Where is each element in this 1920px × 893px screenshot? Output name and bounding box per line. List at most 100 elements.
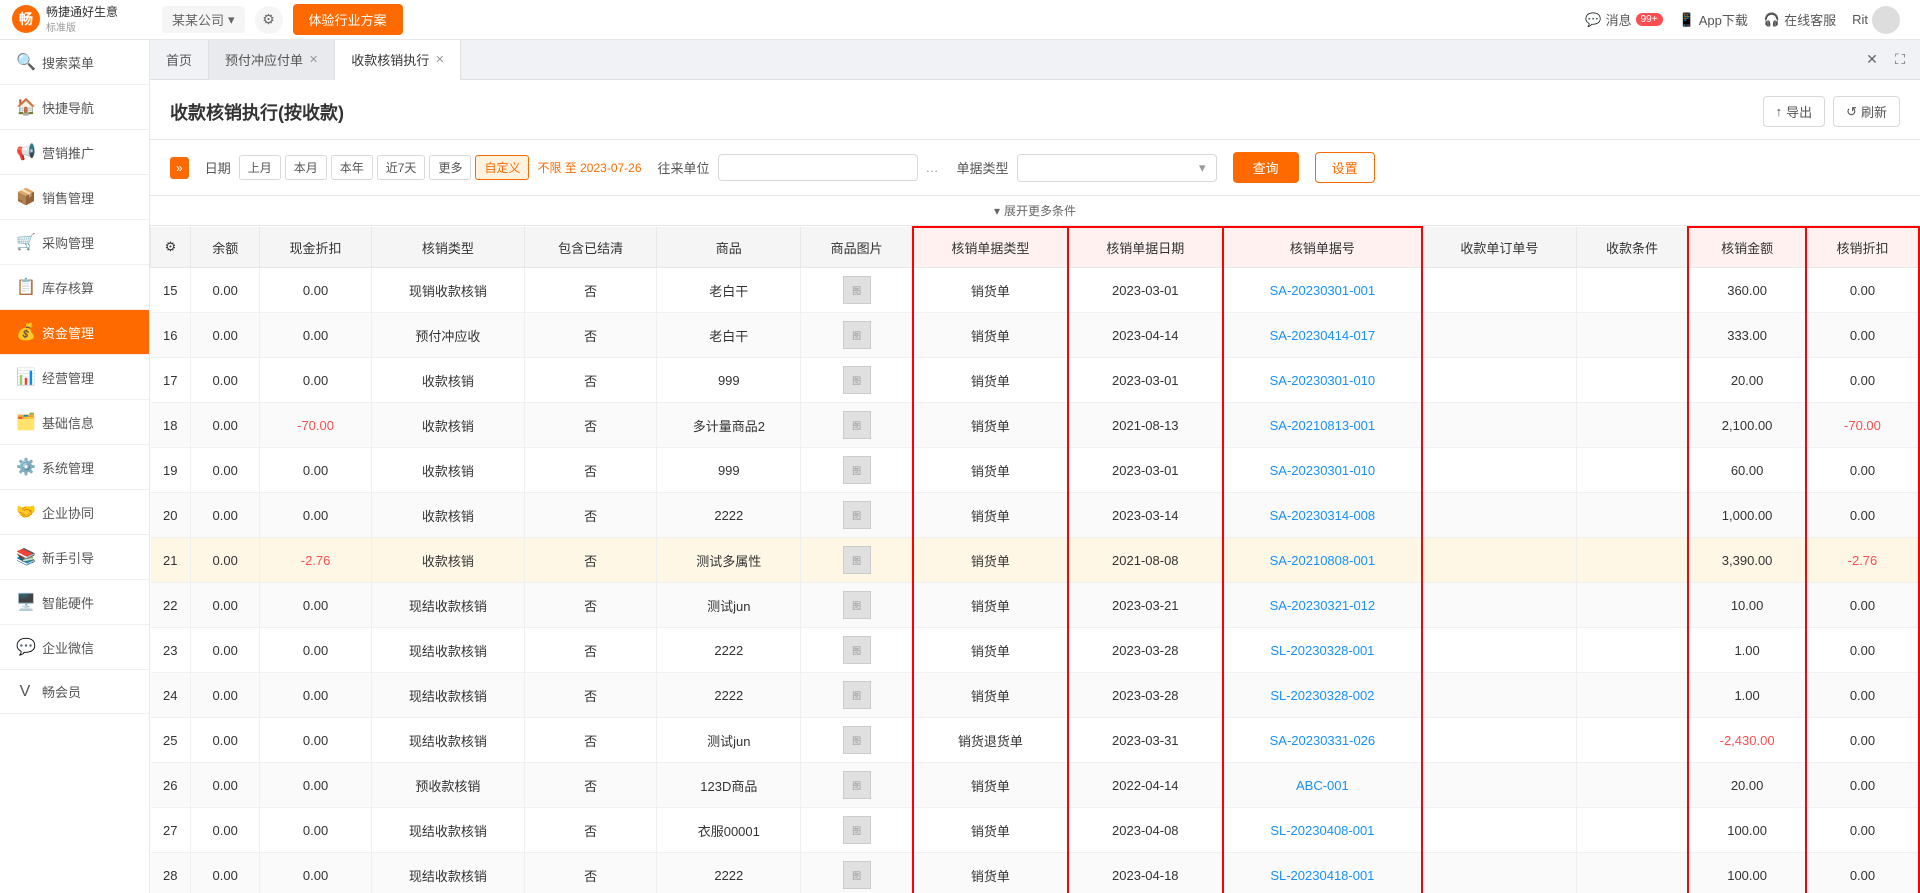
table-cell-bill_no[interactable]: SL-20230328-001 xyxy=(1223,628,1422,673)
date-custom[interactable]: 自定义 xyxy=(475,155,529,180)
bill-no-link[interactable]: SL-20230328-002 xyxy=(1270,688,1374,703)
bill-no-link[interactable]: SA-20230301-010 xyxy=(1270,463,1376,478)
date-this-year[interactable]: 本年 xyxy=(331,155,373,180)
table-cell-discount: 0.00 xyxy=(260,493,371,538)
tab-receipt[interactable]: 收款核销执行 ✕ xyxy=(335,40,461,80)
sidebar-item-finance[interactable]: 💰 资金管理 xyxy=(0,310,149,355)
sidebar: 🔍 搜索菜单 🏠 快捷导航 📢 营销推广 📦 销售管理 🛒 采购管理 📋 库存核… xyxy=(0,40,150,893)
table-cell-bill_no[interactable]: SA-20230301-001 xyxy=(1223,268,1422,313)
table-cell-include_settled: 否 xyxy=(525,718,657,763)
th-gear[interactable]: ⚙ xyxy=(151,227,191,268)
table-row: 210.00-2.76收款核销否测试多属性图销货单2021-08-08SA-20… xyxy=(151,538,1920,583)
table-cell-product_img: 图 xyxy=(801,628,913,673)
company-selector[interactable]: 某某公司 ▾ xyxy=(162,6,245,33)
table-cell-bill_no[interactable]: SA-20210808-001 xyxy=(1223,538,1422,583)
sidebar-item-basic[interactable]: 🗂️ 基础信息 xyxy=(0,400,149,445)
query-btn[interactable]: 查询 xyxy=(1233,152,1299,183)
tab-receipt-close[interactable]: ✕ xyxy=(435,53,444,66)
table-cell-verify_amount: 2,100.00 xyxy=(1688,403,1806,448)
sidebar-item-wechat[interactable]: 💬 企业微信 xyxy=(0,625,149,670)
date-7days[interactable]: 近7天 xyxy=(377,155,426,180)
sidebar-item-management[interactable]: 📊 经营管理 xyxy=(0,355,149,400)
sidebar-item-member[interactable]: V 畅会员 xyxy=(0,670,149,714)
bill-no-link[interactable]: SA-20230301-001 xyxy=(1270,283,1376,298)
table-cell-bill_no[interactable]: SL-20230418-001 xyxy=(1223,853,1422,893)
bill-no-link[interactable]: SA-20230314-008 xyxy=(1270,508,1376,523)
bill-no-link[interactable]: SA-20230321-012 xyxy=(1270,598,1376,613)
filter-bar: » 日期 上月 本月 本年 近7天 更多 自定义 不限 至 2023-07-26 xyxy=(150,140,1920,196)
table-cell-receipt_condition xyxy=(1576,448,1688,493)
sidebar-item-marketing[interactable]: 📢 营销推广 xyxy=(0,130,149,175)
table-cell-verify_discount: 0.00 xyxy=(1806,493,1919,538)
cooperation-icon: 🤝 xyxy=(16,502,34,522)
tab-close-btn[interactable]: ✕ xyxy=(1860,48,1884,72)
message-icon: 💬 xyxy=(1585,12,1601,28)
product-image-placeholder: 图 xyxy=(843,501,871,529)
industry-btn[interactable]: 体验行业方案 xyxy=(293,4,403,35)
table-cell-product_img: 图 xyxy=(801,313,913,358)
setting-btn[interactable]: 设置 xyxy=(1315,152,1375,183)
tab-expand-btn[interactable]: ⛶ xyxy=(1888,48,1912,72)
table-cell-receipt_order xyxy=(1422,403,1576,448)
table-cell-bill_no[interactable]: SA-20230314-008 xyxy=(1223,493,1422,538)
table-cell-seq: 22 xyxy=(151,583,191,628)
table-cell-bill_date: 2021-08-13 xyxy=(1068,403,1223,448)
table-cell-bill_no[interactable]: SA-20210813-001 xyxy=(1223,403,1422,448)
app-download-btn[interactable]: 📱 App下载 xyxy=(1679,10,1748,29)
user-area[interactable]: Rit xyxy=(1852,6,1900,34)
table-cell-bill_no[interactable]: SA-20230301-010 xyxy=(1223,448,1422,493)
sidebar-item-cooperation[interactable]: 🤝 企业协同 xyxy=(0,490,149,535)
bill-no-link[interactable]: SA-20210808-001 xyxy=(1270,553,1376,568)
marketing-icon: 📢 xyxy=(16,142,34,162)
sidebar-item-quick[interactable]: 🏠 快捷导航 xyxy=(0,85,149,130)
tab-home[interactable]: 首页 xyxy=(150,40,209,80)
table-cell-verify_amount: 60.00 xyxy=(1688,448,1806,493)
sidebar-item-search[interactable]: 🔍 搜索菜单 xyxy=(0,40,149,85)
table-cell-receipt_condition xyxy=(1576,853,1688,893)
table-cell-product_img: 图 xyxy=(801,493,913,538)
date-last-month[interactable]: 上月 xyxy=(239,155,281,180)
bill-no-link[interactable]: SL-20230328-001 xyxy=(1270,643,1374,658)
expand-bar[interactable]: ▾ 展开更多条件 xyxy=(150,196,1920,226)
export-btn[interactable]: ↑ 导出 xyxy=(1763,96,1826,127)
table-cell-product_img: 图 xyxy=(801,403,913,448)
bill-no-link[interactable]: SL-20230408-001 xyxy=(1270,823,1374,838)
bill-no-link[interactable]: SL-20230418-001 xyxy=(1270,868,1374,883)
tab-prepay-close[interactable]: ✕ xyxy=(309,53,318,66)
message-btn[interactable]: 💬 消息 99+ xyxy=(1585,10,1662,29)
sidebar-item-purchase[interactable]: 🛒 采购管理 xyxy=(0,220,149,265)
sidebar-item-system[interactable]: ⚙️ 系统管理 xyxy=(0,445,149,490)
table-cell-bill_no[interactable]: SA-20230414-017 xyxy=(1223,313,1422,358)
sidebar-item-inventory[interactable]: 📋 库存核算 xyxy=(0,265,149,310)
bill-no-link[interactable]: SA-20230331-026 xyxy=(1270,733,1376,748)
partner-input[interactable] xyxy=(718,154,918,181)
sidebar-item-hardware[interactable]: 🖥️ 智能硬件 xyxy=(0,580,149,625)
bill-type-select[interactable]: ▾ xyxy=(1017,154,1217,182)
settings-btn[interactable]: ⚙ xyxy=(255,6,283,34)
bill-no-link[interactable]: ABC-001 xyxy=(1296,778,1349,793)
table-cell-bill_no[interactable]: ABC-001 xyxy=(1223,763,1422,808)
online-service-btn[interactable]: 🎧 在线客服 xyxy=(1764,10,1836,29)
filter-toggle-btn[interactable]: » xyxy=(170,157,189,179)
date-more[interactable]: 更多 xyxy=(429,155,471,180)
date-this-month[interactable]: 本月 xyxy=(285,155,327,180)
table-cell-balance: 0.00 xyxy=(191,493,260,538)
top-right: 💬 消息 99+ 📱 App下载 🎧 在线客服 Rit xyxy=(1585,6,1900,34)
refresh-btn[interactable]: ↺ 刷新 xyxy=(1833,96,1900,127)
table-cell-bill_no[interactable]: SA-20230321-012 xyxy=(1223,583,1422,628)
tab-prepay[interactable]: 预付冲应付单 ✕ xyxy=(209,40,335,80)
table-cell-bill_no[interactable]: SL-20230328-002 xyxy=(1223,673,1422,718)
sidebar-item-sales[interactable]: 📦 销售管理 xyxy=(0,175,149,220)
table-cell-bill_no[interactable]: SA-20230331-026 xyxy=(1223,718,1422,763)
bill-no-link[interactable]: SA-20210813-001 xyxy=(1270,418,1376,433)
app-logo-icon: 畅 xyxy=(12,5,40,33)
table-cell-bill_type: 销货单 xyxy=(913,853,1068,893)
table-cell-bill_no[interactable]: SL-20230408-001 xyxy=(1223,808,1422,853)
bill-no-link[interactable]: SA-20230414-017 xyxy=(1270,328,1376,343)
bill-no-link[interactable]: SA-20230301-010 xyxy=(1270,373,1376,388)
sidebar-item-guide[interactable]: 📚 新手引导 xyxy=(0,535,149,580)
table-cell-bill_no[interactable]: SA-20230301-010 xyxy=(1223,358,1422,403)
table-cell-discount: 0.00 xyxy=(260,583,371,628)
table-row: 230.000.00现结收款核销否2222图销货单2023-03-28SL-20… xyxy=(151,628,1920,673)
table-cell-bill_date: 2022-04-14 xyxy=(1068,763,1223,808)
